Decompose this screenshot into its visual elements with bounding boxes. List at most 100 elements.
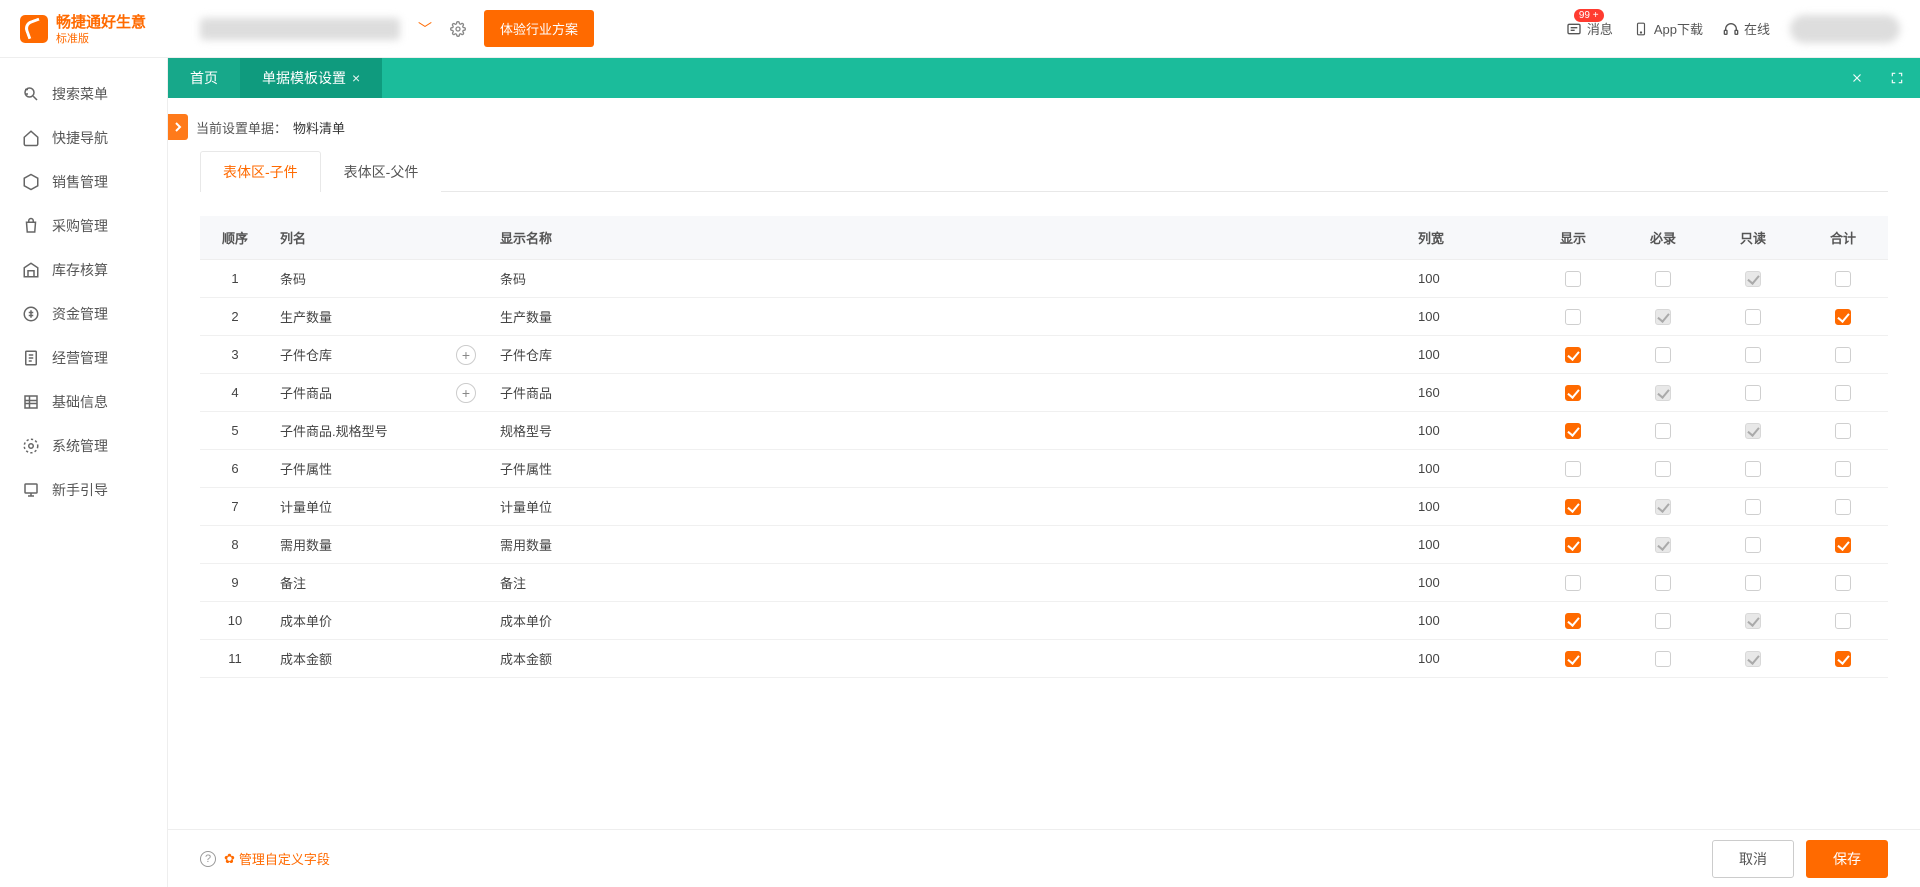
checkbox[interactable]: [1835, 461, 1851, 477]
checkbox[interactable]: [1745, 461, 1761, 477]
checkbox[interactable]: [1565, 423, 1581, 439]
checkbox[interactable]: [1835, 385, 1851, 401]
checkbox[interactable]: [1835, 499, 1851, 515]
checkbox[interactable]: [1655, 537, 1671, 553]
checkbox[interactable]: [1835, 271, 1851, 287]
subtab-parent[interactable]: 表体区-父件: [321, 151, 442, 192]
messages-link[interactable]: 99 + 消息: [1566, 19, 1613, 38]
checkbox[interactable]: [1835, 347, 1851, 363]
cell-width[interactable]: 100: [1408, 298, 1528, 336]
checkbox[interactable]: [1745, 613, 1761, 629]
sidebar-item-4[interactable]: 库存核算: [0, 248, 167, 292]
checkbox[interactable]: [1745, 347, 1761, 363]
sidebar-item-5[interactable]: 资金管理: [0, 292, 167, 336]
checkbox[interactable]: [1565, 271, 1581, 287]
cell-display[interactable]: 条码: [490, 260, 1408, 298]
help-icon[interactable]: ?: [200, 851, 216, 867]
sidebar-item-8[interactable]: 系统管理: [0, 424, 167, 468]
cell-width[interactable]: 100: [1408, 602, 1528, 640]
cell-width[interactable]: 100: [1408, 640, 1528, 678]
cell-width[interactable]: 100: [1408, 526, 1528, 564]
checkbox[interactable]: [1655, 461, 1671, 477]
subtab-child[interactable]: 表体区-子件: [200, 151, 321, 192]
app-download-link[interactable]: App下载: [1633, 19, 1703, 38]
cell-name[interactable]: 子件商品.规格型号: [270, 412, 490, 450]
close-all-icon[interactable]: [1844, 65, 1870, 91]
sidebar-item-9[interactable]: 新手引导: [0, 468, 167, 512]
checkbox[interactable]: [1565, 347, 1581, 363]
checkbox[interactable]: [1655, 651, 1671, 667]
cell-display[interactable]: 备注: [490, 564, 1408, 602]
cell-width[interactable]: 100: [1408, 260, 1528, 298]
manage-custom-fields-link[interactable]: 管理自定义字段: [239, 849, 330, 868]
tab-template-settings[interactable]: 单据模板设置 ×: [240, 58, 382, 98]
cell-display[interactable]: 计量单位: [490, 488, 1408, 526]
sidebar-item-1[interactable]: 快捷导航: [0, 116, 167, 160]
plus-icon[interactable]: +: [456, 345, 476, 365]
close-icon[interactable]: ×: [352, 70, 360, 86]
expand-handle-icon[interactable]: [168, 114, 188, 140]
checkbox[interactable]: [1835, 309, 1851, 325]
checkbox[interactable]: [1565, 461, 1581, 477]
user-avatar[interactable]: [1790, 15, 1900, 43]
checkbox[interactable]: [1655, 309, 1671, 325]
checkbox[interactable]: [1745, 537, 1761, 553]
cell-name[interactable]: 条码: [270, 260, 490, 298]
tab-home[interactable]: 首页: [168, 58, 240, 98]
checkbox[interactable]: [1565, 575, 1581, 591]
checkbox[interactable]: [1745, 309, 1761, 325]
cell-width[interactable]: 100: [1408, 412, 1528, 450]
checkbox[interactable]: [1745, 271, 1761, 287]
cell-display[interactable]: 子件仓库: [490, 336, 1408, 374]
cell-width[interactable]: 100: [1408, 336, 1528, 374]
checkbox[interactable]: [1835, 651, 1851, 667]
trial-button[interactable]: 体验行业方案: [484, 10, 594, 47]
checkbox[interactable]: [1565, 651, 1581, 667]
cell-display[interactable]: 成本单价: [490, 602, 1408, 640]
cell-display[interactable]: 需用数量: [490, 526, 1408, 564]
sidebar-item-0[interactable]: 搜索菜单: [0, 72, 167, 116]
cell-name[interactable]: 备注: [270, 564, 490, 602]
checkbox[interactable]: [1835, 575, 1851, 591]
sidebar-item-7[interactable]: 基础信息: [0, 380, 167, 424]
company-selector[interactable]: [200, 18, 400, 40]
checkbox[interactable]: [1655, 499, 1671, 515]
cell-width[interactable]: 100: [1408, 488, 1528, 526]
checkbox[interactable]: [1745, 385, 1761, 401]
cell-name[interactable]: 需用数量: [270, 526, 490, 564]
checkbox[interactable]: [1655, 347, 1671, 363]
checkbox[interactable]: [1565, 613, 1581, 629]
checkbox[interactable]: [1745, 423, 1761, 439]
cell-name[interactable]: 生产数量: [270, 298, 490, 336]
settings-icon[interactable]: [450, 21, 466, 37]
checkbox[interactable]: [1565, 537, 1581, 553]
cell-name[interactable]: 计量单位: [270, 488, 490, 526]
checkbox[interactable]: [1655, 271, 1671, 287]
cell-name[interactable]: 子件商品+: [270, 374, 490, 412]
checkbox[interactable]: [1745, 575, 1761, 591]
cancel-button[interactable]: 取消: [1712, 840, 1794, 878]
cell-display[interactable]: 子件属性: [490, 450, 1408, 488]
cell-width[interactable]: 160: [1408, 374, 1528, 412]
checkbox[interactable]: [1655, 613, 1671, 629]
online-service-link[interactable]: 在线: [1723, 19, 1770, 38]
checkbox[interactable]: [1565, 309, 1581, 325]
cell-display[interactable]: 规格型号: [490, 412, 1408, 450]
cell-name[interactable]: 成本金额: [270, 640, 490, 678]
sidebar-item-3[interactable]: 采购管理: [0, 204, 167, 248]
sidebar-item-6[interactable]: 经营管理: [0, 336, 167, 380]
checkbox[interactable]: [1745, 651, 1761, 667]
cell-width[interactable]: 100: [1408, 450, 1528, 488]
checkbox[interactable]: [1565, 499, 1581, 515]
checkbox[interactable]: [1655, 575, 1671, 591]
plus-icon[interactable]: +: [456, 383, 476, 403]
chevron-down-icon[interactable]: ﹀: [418, 19, 432, 39]
fullscreen-icon[interactable]: [1884, 65, 1910, 91]
checkbox[interactable]: [1565, 385, 1581, 401]
sidebar-item-2[interactable]: 销售管理: [0, 160, 167, 204]
checkbox[interactable]: [1655, 385, 1671, 401]
cell-width[interactable]: 100: [1408, 564, 1528, 602]
checkbox[interactable]: [1655, 423, 1671, 439]
checkbox[interactable]: [1835, 613, 1851, 629]
cell-name[interactable]: 子件仓库+: [270, 336, 490, 374]
